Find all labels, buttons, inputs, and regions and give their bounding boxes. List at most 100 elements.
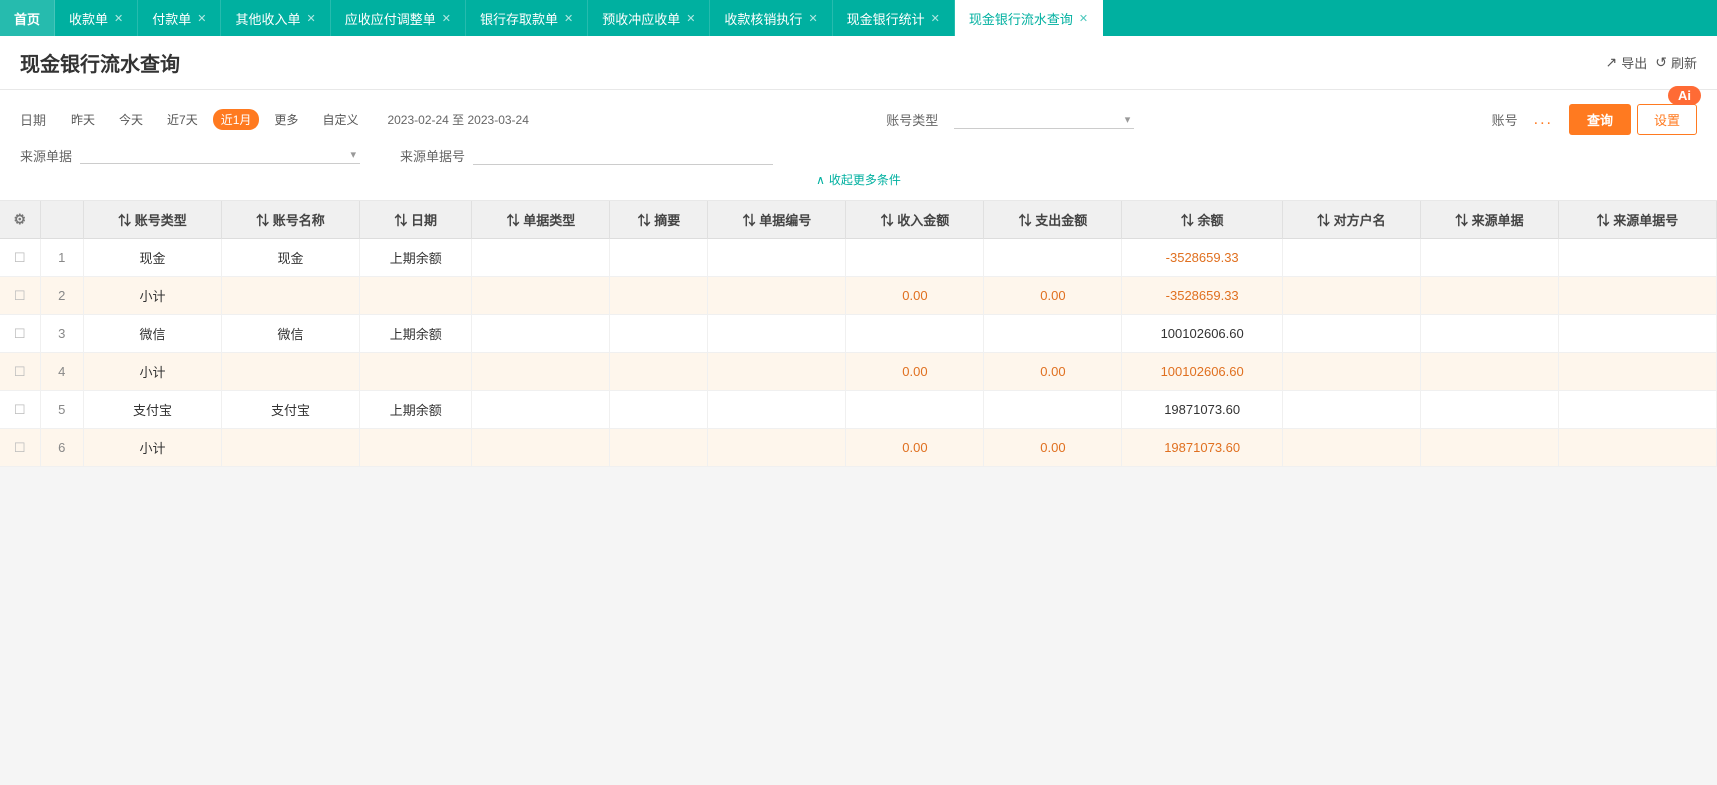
export-button[interactable]: ↗ 导出 [1606,53,1648,72]
cell-account-name [221,277,359,315]
col-account-type[interactable]: ⇅ 账号类型 [83,201,221,239]
col-counterpart[interactable]: ⇅ 对方户名 [1282,201,1420,239]
col-expense[interactable]: ⇅ 支出金额 [984,201,1122,239]
row-checkbox[interactable]: ☐ [0,391,40,429]
row-checkbox[interactable]: ☐ [0,315,40,353]
row-number: 5 [40,391,83,429]
date-option-自定义[interactable]: 自定义 [313,108,367,131]
cell-balance: -3528659.33 [1122,239,1282,277]
nav-tab-预收冲应收单[interactable]: 预收冲应收单✕ [588,0,710,36]
cell-balance: 19871073.60 [1122,391,1282,429]
cell-date: 上期余额 [360,239,472,277]
col-account-name[interactable]: ⇅ 账号名称 [221,201,359,239]
close-icon[interactable]: ✕ [808,12,817,25]
nav-tab-收款核销执行[interactable]: 收款核销执行✕ [710,0,832,36]
cell-income: 0.00 [846,429,984,467]
nav-tab-应收应付调整单[interactable]: 应收应付调整单✕ [331,0,466,36]
date-option-今天[interactable]: 今天 [110,108,152,131]
row-checkbox[interactable]: ☐ [0,239,40,277]
cell-account-type: 微信 [83,315,221,353]
cell-balance: 100102606.60 [1122,353,1282,391]
date-range: 2023-02-24 至 2023-03-24 [387,111,528,128]
cell-date [360,429,472,467]
cell-income [846,239,984,277]
cell-date: 上期余额 [360,315,472,353]
nav-tab-现金银行流水查询[interactable]: 现金银行流水查询✕ [955,0,1103,36]
cell-date [360,277,472,315]
nav-tab-现金银行统计[interactable]: 现金银行统计✕ [833,0,955,36]
cell-doc-type [472,391,610,429]
nav-tab-付款单[interactable]: 付款单✕ [138,0,221,36]
close-icon[interactable]: ✕ [307,12,316,25]
col-income-label: ⇅ 收入金额 [881,213,950,228]
date-option-近1月[interactable]: 近1月 [213,109,260,130]
refresh-label: 刷新 [1671,53,1697,72]
source-doc-no-group: 来源单据号 [400,145,773,165]
date-option-更多[interactable]: 更多 [265,108,307,131]
page-header: 现金银行流水查询 ↗ 导出 ↺ 刷新 Ai [0,36,1717,90]
cell-source-doc-no [1558,239,1716,277]
account-type-select[interactable]: ▾ [954,111,1134,129]
close-icon[interactable]: ✕ [931,12,940,25]
close-icon[interactable]: ✕ [1079,12,1088,25]
close-icon[interactable]: ✕ [564,12,573,25]
cell-expense [984,239,1122,277]
close-icon[interactable]: ✕ [197,12,206,25]
table-row: ☐ 6 小计 0.00 0.00 19871073.60 [0,429,1717,467]
cell-doc-type [472,315,610,353]
cell-summary [610,277,708,315]
table-header: ⚙ ⇅ 账号类型 ⇅ 账号名称 ⇅ 日期 ⇅ 单据类型 ⇅ 摘要 ⇅ 单据编号 … [0,201,1717,239]
cell-account-name [221,353,359,391]
table-row: ☐ 2 小计 0.00 0.00 -3528659.33 [0,277,1717,315]
ai-badge[interactable]: Ai [1668,86,1701,105]
cell-account-type: 现金 [83,239,221,277]
row-checkbox[interactable]: ☐ [0,429,40,467]
cell-income: 0.00 [846,353,984,391]
cell-source-doc-no [1558,391,1716,429]
cell-source-doc-no [1558,353,1716,391]
col-source-doc-no[interactable]: ⇅ 来源单据号 [1558,201,1716,239]
date-option-近7天[interactable]: 近7天 [158,108,207,131]
settings-button[interactable]: 设置 [1637,104,1697,135]
cell-source-doc [1420,277,1558,315]
col-doc-type[interactable]: ⇅ 单据类型 [472,201,610,239]
cell-account-name: 现金 [221,239,359,277]
cell-doc-no [708,315,846,353]
col-doc-no[interactable]: ⇅ 单据编号 [708,201,846,239]
col-source-doc[interactable]: ⇅ 来源单据 [1420,201,1558,239]
refresh-icon: ↺ [1655,54,1667,71]
refresh-button[interactable]: ↺ 刷新 [1655,53,1697,72]
col-account-type-label: ⇅ 账号类型 [118,213,187,228]
date-option-昨天[interactable]: 昨天 [62,108,104,131]
cell-summary [610,391,708,429]
col-counterpart-label: ⇅ 对方户名 [1317,213,1386,228]
nav-home[interactable]: 首页 [0,0,55,36]
cell-account-name [221,429,359,467]
query-button[interactable]: 查询 [1569,104,1631,135]
source-doc-select[interactable]: ▾ [80,146,360,164]
export-label: 导出 [1621,53,1647,72]
row-checkbox[interactable]: ☐ [0,277,40,315]
nav-tab-银行存取款单[interactable]: 银行存取款单✕ [466,0,588,36]
top-nav: 首页 收款单✕付款单✕其他收入单✕应收应付调整单✕银行存取款单✕预收冲应收单✕收… [0,0,1717,36]
cell-counterpart [1282,277,1420,315]
close-icon[interactable]: ✕ [442,12,451,25]
page-title: 现金银行流水查询 [20,48,180,77]
source-doc-no-input[interactable] [473,145,773,165]
row-checkbox[interactable]: ☐ [0,353,40,391]
collapse-button[interactable]: ∧ 收起更多条件 [816,171,901,188]
close-icon[interactable]: ✕ [114,12,123,25]
settings-col-header[interactable]: ⚙ [0,201,40,239]
close-icon[interactable]: ✕ [686,12,695,25]
col-date[interactable]: ⇅ 日期 [360,201,472,239]
source-doc-group: 来源单据 ▾ [20,146,360,165]
account-ellipsis-button[interactable]: ... [1534,111,1553,129]
col-balance[interactable]: ⇅ 余额 [1122,201,1282,239]
col-balance-label: ⇅ 余额 [1181,213,1224,228]
table-row: ☐ 1 现金 现金 上期余额 -3528659.33 [0,239,1717,277]
data-table: ⚙ ⇅ 账号类型 ⇅ 账号名称 ⇅ 日期 ⇅ 单据类型 ⇅ 摘要 ⇅ 单据编号 … [0,201,1717,467]
col-income[interactable]: ⇅ 收入金额 [846,201,984,239]
col-summary[interactable]: ⇅ 摘要 [610,201,708,239]
nav-tab-收款单[interactable]: 收款单✕ [55,0,138,36]
nav-tab-其他收入单[interactable]: 其他收入单✕ [221,0,330,36]
